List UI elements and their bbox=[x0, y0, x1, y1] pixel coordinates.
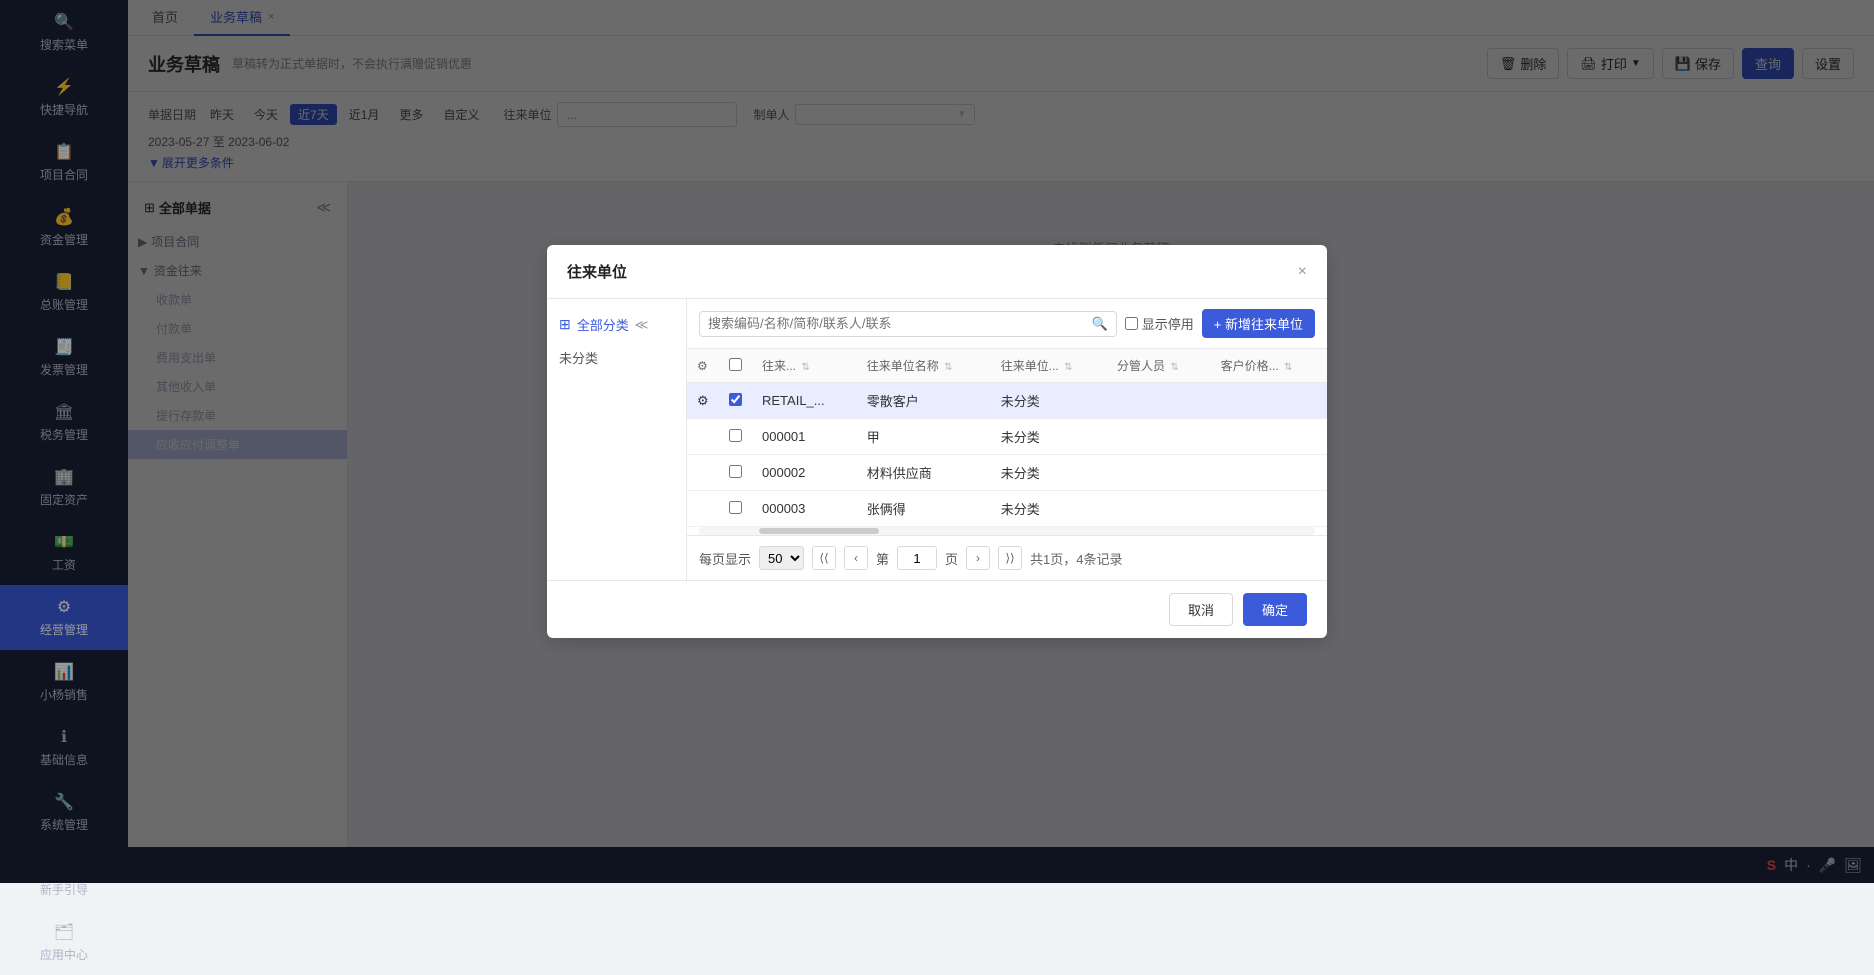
first-page-button[interactable]: ⟨⟨ bbox=[812, 546, 836, 570]
sidebar-item-app-center[interactable]: 🗂 应用中心 bbox=[0, 910, 128, 975]
category-icon: ⊞ bbox=[559, 316, 571, 333]
cell-agent bbox=[1107, 383, 1211, 419]
table-row[interactable]: 000002 材料供应商 未分类 bbox=[687, 455, 1327, 491]
sort-icon: ⇅ bbox=[1170, 362, 1178, 373]
counterparty-dialog: 往来单位 × ⊞ 全部分类 ≪ 未分类 bbox=[547, 245, 1327, 638]
cell-price-level bbox=[1211, 383, 1327, 419]
search-input[interactable] bbox=[708, 316, 1088, 331]
dialog-close-button[interactable]: × bbox=[1298, 263, 1307, 281]
cell-code: RETAIL_... bbox=[752, 383, 857, 419]
table-row[interactable]: 000001 甲 未分类 bbox=[687, 419, 1327, 455]
cell-price-level bbox=[1211, 419, 1327, 455]
show-disabled-checkbox-label[interactable]: 显示停用 bbox=[1125, 314, 1194, 333]
sidebar-item-label: 应用中心 bbox=[40, 946, 88, 963]
cell-category: 未分类 bbox=[991, 419, 1107, 455]
cell-category: 未分类 bbox=[991, 491, 1107, 527]
page-label: 第 bbox=[876, 549, 889, 568]
cell-name: 材料供应商 bbox=[857, 455, 991, 491]
cell-agent bbox=[1107, 491, 1211, 527]
row-checkbox[interactable] bbox=[729, 429, 742, 442]
category-all-label: 全部分类 bbox=[577, 315, 629, 334]
search-icon: 🔍 bbox=[1092, 316, 1108, 332]
horizontal-scrollbar[interactable] bbox=[699, 527, 1315, 535]
row-checkbox[interactable] bbox=[729, 501, 742, 514]
cell-category: 未分类 bbox=[991, 383, 1107, 419]
cell-checkbox[interactable] bbox=[719, 455, 752, 491]
cell-name: 甲 bbox=[857, 419, 991, 455]
add-counterparty-button[interactable]: + 新增往来单位 bbox=[1202, 309, 1315, 338]
cell-category: 未分类 bbox=[991, 455, 1107, 491]
dialog-table-panel: 🔍 显示停用 + 新增往来单位 ⚙ bbox=[687, 299, 1327, 580]
sort-icon: ⇅ bbox=[801, 362, 809, 373]
cell-price-level bbox=[1211, 455, 1327, 491]
table-body: ⚙ RETAIL_... 零散客户 未分类 bbox=[687, 383, 1327, 527]
table-row[interactable]: ⚙ RETAIL_... 零散客户 未分类 bbox=[687, 383, 1327, 419]
cell-code: 000003 bbox=[752, 491, 857, 527]
cancel-button[interactable]: 取消 bbox=[1169, 593, 1233, 626]
col-code[interactable]: 往来... ⇅ bbox=[752, 349, 857, 383]
cell-checkbox[interactable] bbox=[719, 419, 752, 455]
dialog-data-table: ⚙ 往来... ⇅ 往来单位名称 ⇅ bbox=[687, 349, 1327, 527]
row-checkbox[interactable] bbox=[729, 393, 742, 406]
last-page-button[interactable]: ⟩⟩ bbox=[998, 546, 1022, 570]
table-header-row: ⚙ 往来... ⇅ 往来单位名称 ⇅ bbox=[687, 349, 1327, 383]
cell-settings bbox=[687, 491, 719, 527]
dialog-overlay: 往来单位 × ⊞ 全部分类 ≪ 未分类 bbox=[0, 0, 1874, 883]
col-agent[interactable]: 分管人员 ⇅ bbox=[1107, 349, 1211, 383]
table-row[interactable]: 000003 张俩得 未分类 bbox=[687, 491, 1327, 527]
cell-code: 000002 bbox=[752, 455, 857, 491]
col-category[interactable]: 往来单位... ⇅ bbox=[991, 349, 1107, 383]
cell-checkbox[interactable] bbox=[719, 383, 752, 419]
dialog-category-panel: ⊞ 全部分类 ≪ 未分类 bbox=[547, 299, 687, 580]
show-disabled-checkbox[interactable] bbox=[1125, 317, 1138, 330]
col-checkbox[interactable] bbox=[719, 349, 752, 383]
confirm-button[interactable]: 确定 bbox=[1243, 593, 1307, 626]
cell-price-level bbox=[1211, 491, 1327, 527]
next-page-button[interactable]: › bbox=[966, 546, 990, 570]
category-all[interactable]: ⊞ 全部分类 ≪ bbox=[547, 307, 686, 342]
search-box[interactable]: 🔍 bbox=[699, 311, 1117, 337]
total-info: 共1页，4条记录 bbox=[1030, 549, 1122, 568]
dialog-body: ⊞ 全部分类 ≪ 未分类 🔍 显示停用 bbox=[547, 299, 1327, 580]
scrollbar-thumb[interactable] bbox=[759, 528, 879, 534]
col-name[interactable]: 往来单位名称 ⇅ bbox=[857, 349, 991, 383]
sidebar-item-label: 新手引导 bbox=[40, 881, 88, 898]
sort-icon: ⇅ bbox=[1284, 362, 1292, 373]
page-number-input[interactable] bbox=[897, 546, 937, 570]
counterparty-table: ⚙ 往来... ⇅ 往来单位名称 ⇅ bbox=[687, 349, 1327, 527]
row-checkbox[interactable] bbox=[729, 465, 742, 478]
sort-icon: ⇅ bbox=[944, 362, 952, 373]
cell-settings bbox=[687, 419, 719, 455]
cell-agent bbox=[1107, 455, 1211, 491]
per-page-select[interactable]: 50 bbox=[759, 546, 804, 570]
show-disabled-label: 显示停用 bbox=[1142, 314, 1194, 333]
col-price-level[interactable]: 客户价格... ⇅ bbox=[1211, 349, 1327, 383]
pagination: 每页显示 50 ⟨⟨ ‹ 第 页 › ⟩⟩ 共1页，4条记录 bbox=[687, 535, 1327, 580]
per-page-label: 每页显示 bbox=[699, 549, 751, 568]
select-all-checkbox[interactable] bbox=[729, 358, 742, 371]
dialog-toolbar: 🔍 显示停用 + 新增往来单位 bbox=[687, 299, 1327, 349]
app-icon: 🗂 bbox=[54, 922, 74, 942]
dialog-title: 往来单位 bbox=[567, 261, 627, 282]
category-uncategorized[interactable]: 未分类 bbox=[547, 342, 686, 373]
cell-name: 零散客户 bbox=[857, 383, 991, 419]
cell-settings: ⚙ bbox=[687, 383, 719, 419]
dialog-footer: 取消 确定 bbox=[547, 580, 1327, 638]
prev-page-button[interactable]: ‹ bbox=[844, 546, 868, 570]
category-collapse-icon[interactable]: ≪ bbox=[635, 317, 649, 333]
cell-settings bbox=[687, 455, 719, 491]
dialog-header: 往来单位 × bbox=[547, 245, 1327, 299]
page-unit: 页 bbox=[945, 549, 958, 568]
cell-checkbox[interactable] bbox=[719, 491, 752, 527]
cell-code: 000001 bbox=[752, 419, 857, 455]
col-settings[interactable]: ⚙ bbox=[687, 349, 719, 383]
cell-name: 张俩得 bbox=[857, 491, 991, 527]
sort-icon: ⇅ bbox=[1064, 362, 1072, 373]
cell-agent bbox=[1107, 419, 1211, 455]
